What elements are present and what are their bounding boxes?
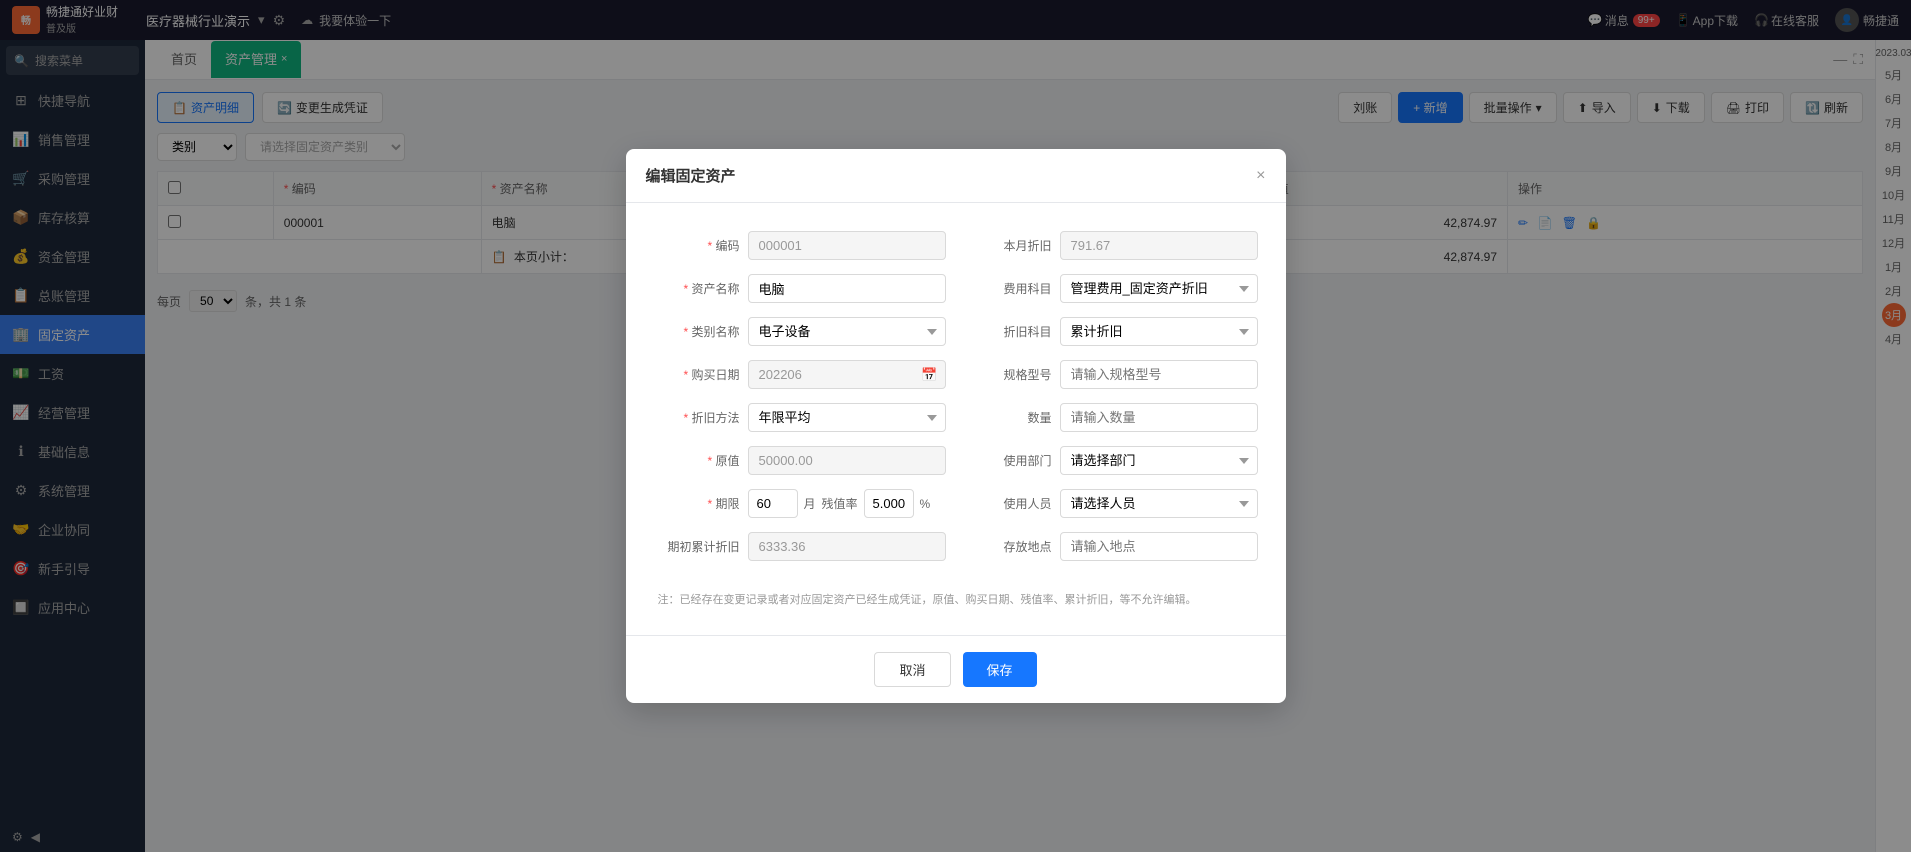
model-label: 规格型号 xyxy=(970,366,1060,383)
department-select[interactable]: 请选择部门 xyxy=(1060,446,1258,475)
form-row-category: * 类别名称 电子设备 xyxy=(658,317,946,346)
monthly-depreciation-label: 本月折旧 xyxy=(970,237,1060,254)
purchase-date-input[interactable] xyxy=(748,360,946,389)
form-row-expense-subject: 费用科目 管理费用_固定资产折旧 xyxy=(970,274,1258,303)
form-right-col: 本月折旧 费用科目 管理费用_固定资产折旧 xyxy=(958,223,1270,583)
form-row-depreciation-method: * 折旧方法 年限平均 xyxy=(658,403,946,432)
save-button[interactable]: 保存 xyxy=(963,652,1037,687)
modal-title: 编辑固定资产 xyxy=(646,165,736,186)
modal-overlay: 编辑固定资产 × * 编码 xyxy=(0,0,1911,852)
form-row-purchase-date: * 购买日期 📅 xyxy=(658,360,946,389)
period-unit: 月 xyxy=(804,495,816,512)
original-value-label: * 原值 xyxy=(658,452,748,469)
form-row-location: 存放地点 xyxy=(970,532,1258,561)
form-row-code: * 编码 xyxy=(658,231,946,260)
form-row-user: 使用人员 请选择人员 xyxy=(970,489,1258,518)
code-input[interactable] xyxy=(748,231,946,260)
edit-asset-modal: 编辑固定资产 × * 编码 xyxy=(626,149,1286,703)
form-row-department: 使用部门 请选择部门 xyxy=(970,446,1258,475)
category-select[interactable]: 电子设备 xyxy=(748,317,946,346)
expense-subject-label: 费用科目 xyxy=(970,280,1060,297)
quantity-label: 数量 xyxy=(970,409,1060,426)
form-row-monthly-depreciation: 本月折旧 xyxy=(970,231,1258,260)
cancel-button[interactable]: 取消 xyxy=(874,652,950,687)
depreciation-method-select[interactable]: 年限平均 xyxy=(748,403,946,432)
initial-accumulated-input[interactable] xyxy=(748,532,946,561)
form-left-col: * 编码 * 资产名称 xyxy=(646,223,958,583)
expense-subject-select[interactable]: 管理费用_固定资产折旧 xyxy=(1060,274,1258,303)
modal-header: 编辑固定资产 × xyxy=(626,149,1286,203)
residual-rate-input[interactable] xyxy=(864,489,914,518)
asset-name-label: * 资产名称 xyxy=(658,280,748,297)
model-input[interactable] xyxy=(1060,360,1258,389)
form-row-original-value: * 原值 xyxy=(658,446,946,475)
residual-rate-unit: % xyxy=(920,497,931,511)
asset-name-input[interactable] xyxy=(748,274,946,303)
department-label: 使用部门 xyxy=(970,452,1060,469)
modal-footer: 取消 保存 xyxy=(626,635,1286,703)
modal-body: * 编码 * 资产名称 xyxy=(626,203,1286,635)
residual-rate-label: 残值率 xyxy=(822,495,858,512)
category-label: * 类别名称 xyxy=(658,323,748,340)
period-input[interactable] xyxy=(748,489,798,518)
depreciation-subject-select[interactable]: 累计折旧 xyxy=(1060,317,1258,346)
form-row-initial-accumulated: 期初累计折旧 xyxy=(658,532,946,561)
quantity-input[interactable] xyxy=(1060,403,1258,432)
form-row-depreciation-subject: 折旧科目 累计折旧 xyxy=(970,317,1258,346)
depreciation-method-label: * 折旧方法 xyxy=(658,409,748,426)
modal-close-btn[interactable]: × xyxy=(1256,167,1265,185)
form-row-model: 规格型号 xyxy=(970,360,1258,389)
initial-accumulated-label: 期初累计折旧 xyxy=(658,538,748,555)
original-value-input[interactable] xyxy=(748,446,946,475)
form-row-quantity: 数量 xyxy=(970,403,1258,432)
period-label: * 期限 xyxy=(658,495,748,512)
purchase-date-label: * 购买日期 xyxy=(658,366,748,383)
form-row-asset-name: * 资产名称 xyxy=(658,274,946,303)
calendar-icon[interactable]: 📅 xyxy=(921,367,937,383)
code-label: * 编码 xyxy=(658,237,748,254)
user-select[interactable]: 请选择人员 xyxy=(1060,489,1258,518)
form-grid: * 编码 * 资产名称 xyxy=(646,223,1266,615)
location-input[interactable] xyxy=(1060,532,1258,561)
depreciation-subject-label: 折旧科目 xyxy=(970,323,1060,340)
monthly-depreciation-input[interactable] xyxy=(1060,231,1258,260)
period-group: 月 残值率 % xyxy=(748,489,946,518)
form-row-period: * 期限 月 残值率 % xyxy=(658,489,946,518)
form-note: 注：已经存在变更记录或者对应固定资产已经生成凭证，原值、购买日期、残值率、累计折… xyxy=(646,583,1270,615)
user-label: 使用人员 xyxy=(970,495,1060,512)
location-label: 存放地点 xyxy=(970,538,1060,555)
